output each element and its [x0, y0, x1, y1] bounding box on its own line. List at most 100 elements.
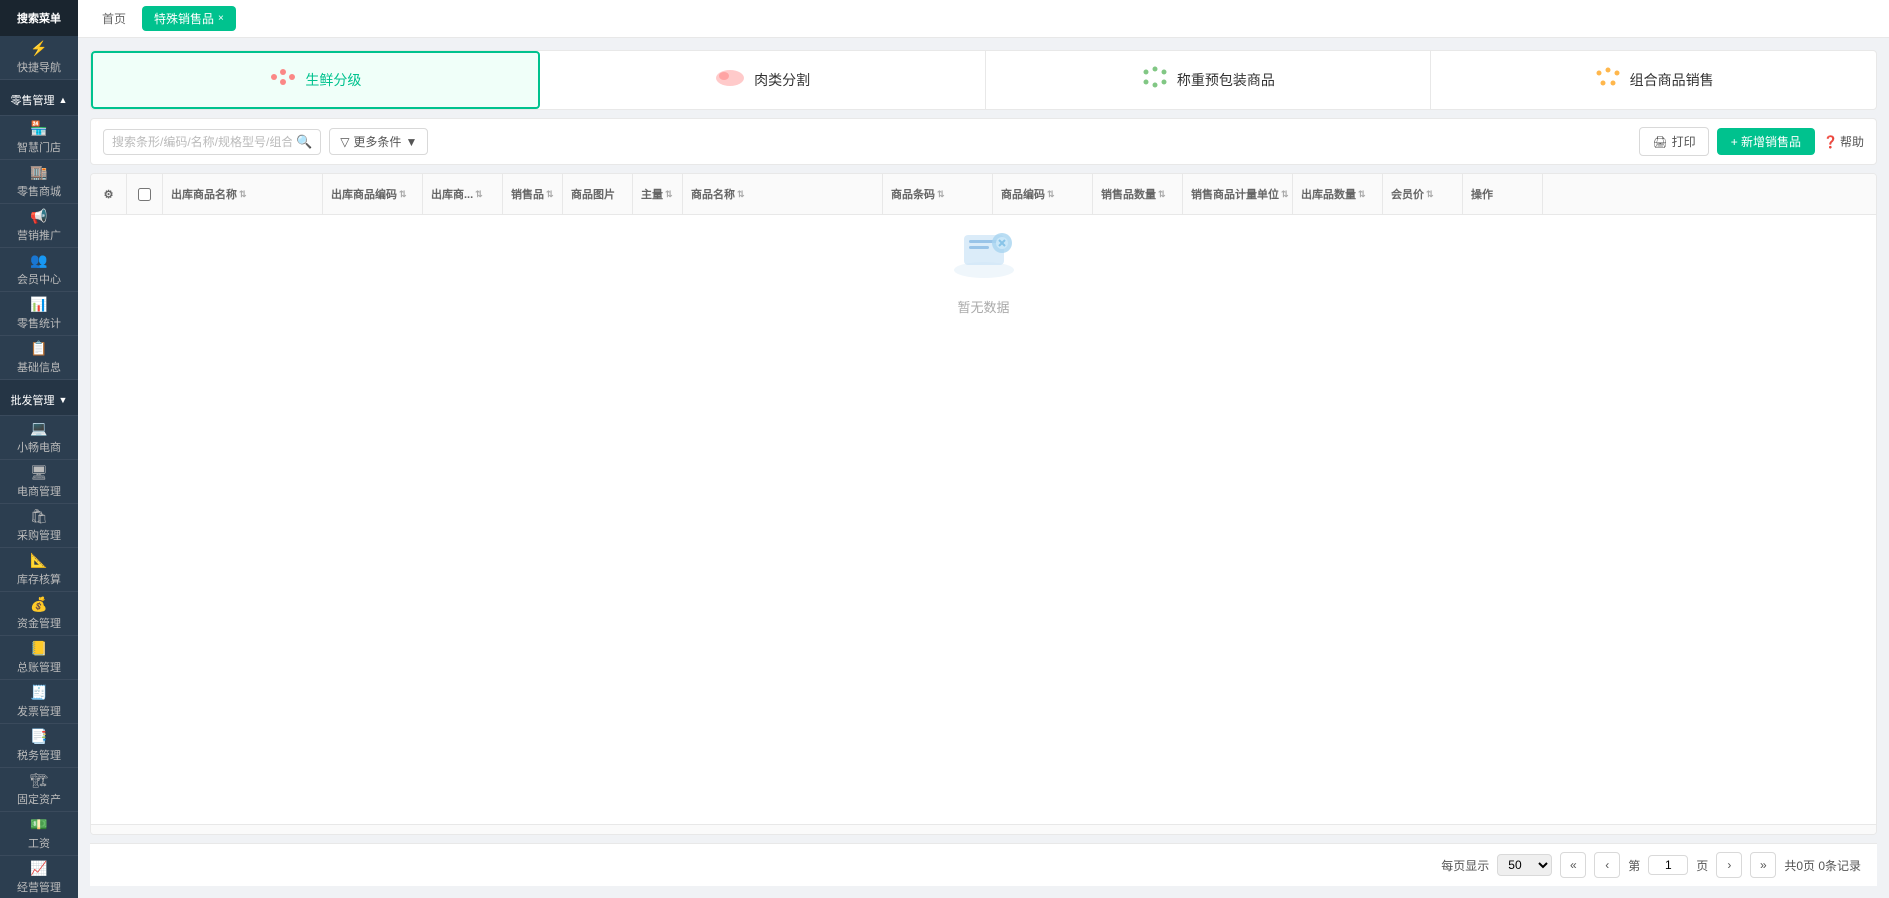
filter-icon: ▽	[340, 135, 349, 149]
sort-icon[interactable]: ⇅	[1158, 189, 1166, 200]
th-unit: 销售商品计量单位 ⇅	[1183, 174, 1293, 214]
prev-page-button[interactable]: ‹	[1594, 852, 1620, 878]
pagination: 每页显示 10 20 50 100 « ‹ 第 页 › » 共0页 0条记录	[90, 843, 1877, 886]
sidebar-item-marketing[interactable]: 📢 营销推广	[0, 204, 78, 248]
tab-fresh-label: 生鲜分级	[305, 70, 361, 90]
total-label: 共0页 0条记录	[1784, 857, 1861, 874]
group-label: 零售管理	[11, 92, 55, 108]
print-icon: 🖨	[1652, 135, 1667, 149]
sort-icon[interactable]: ⇅	[1047, 189, 1055, 200]
sort-icon[interactable]: ⇅	[1281, 189, 1289, 200]
sidebar-item-label: 零售商城	[17, 183, 61, 199]
sidebar-item-retailstat[interactable]: 📊 零售统计	[0, 292, 78, 336]
print-button[interactable]: 🖨 打印	[1639, 127, 1708, 156]
add-button[interactable]: + 新增销售品	[1717, 128, 1815, 155]
sidebar-item-salary[interactable]: 💵 工资	[0, 812, 78, 856]
smartstore-icon: 🏪	[30, 120, 47, 137]
per-page-select[interactable]: 10 20 50 100	[1497, 854, 1552, 876]
salary-icon: 💵	[30, 816, 47, 833]
first-page-button[interactable]: «	[1560, 852, 1586, 878]
th-check[interactable]	[127, 174, 163, 214]
sort-icon[interactable]: ⇅	[937, 189, 945, 200]
search-input[interactable]	[112, 135, 292, 149]
sort-icon[interactable]: ⇅	[475, 189, 483, 200]
retailmall-icon: 🏬	[30, 164, 47, 181]
th-outcode: 出库商品编码 ⇅	[323, 174, 423, 214]
next-page-button[interactable]: ›	[1716, 852, 1742, 878]
toolbar-right: 🖨 打印 + 新增销售品 ❓ 帮助	[1639, 127, 1864, 156]
sort-icon[interactable]: ⇅	[737, 189, 745, 200]
empty-state: 暂无数据	[91, 215, 1876, 316]
sidebar-item-retailmall[interactable]: 🏬 零售商城	[0, 160, 78, 204]
sidebar-group-wholesale[interactable]: 批发管理 ▼	[0, 380, 78, 416]
tab-weigh[interactable]: 称重预包装商品	[986, 51, 1432, 109]
group-label: 批发管理	[11, 392, 55, 408]
sort-icon[interactable]: ⇅	[1358, 189, 1366, 200]
sidebar-item-invoice[interactable]: 🧾 发票管理	[0, 680, 78, 724]
sidebar-item-label: 电商管理	[17, 483, 61, 499]
sidebar-item-basicinfo[interactable]: 📋 基础信息	[0, 336, 78, 380]
active-tab[interactable]: 特殊销售品 ×	[142, 6, 236, 31]
empty-text: 暂无数据	[957, 297, 1009, 316]
th-settings[interactable]: ⚙	[91, 174, 127, 214]
sidebar-item-label: 零售统计	[17, 315, 61, 331]
table-header: ⚙ 出库商品名称 ⇅ 出库商品编码 ⇅ 出库商... ⇅	[91, 174, 1876, 215]
tab-meat[interactable]: 肉类分割	[540, 51, 986, 109]
sidebar-item-label: 发票管理	[17, 703, 61, 719]
category-tabs: 生鲜分级 肉类分割	[90, 50, 1877, 110]
sidebar-logo[interactable]: 搜索菜单	[0, 0, 78, 36]
sidebar-item-fixedasset[interactable]: 🏗 固定资产	[0, 768, 78, 812]
ecommerce-icon: 🖥	[30, 464, 48, 481]
sidebar-item-finance[interactable]: 💰 资金管理	[0, 592, 78, 636]
sidebar-item-label: 快捷导航	[17, 59, 61, 75]
search-wrap: 🔍	[103, 129, 321, 155]
search-icon: 🔍	[296, 134, 312, 150]
sidebar-item-purchase[interactable]: 🛍 采购管理	[0, 504, 78, 548]
home-tab[interactable]: 首页	[94, 10, 134, 27]
sidebar-item-ledger[interactable]: 📒 总账管理	[0, 636, 78, 680]
xiaochang-icon: 💻	[30, 420, 47, 437]
th-price: 会员价 ⇅	[1383, 174, 1463, 214]
th-goodscode: 商品编码 ⇅	[993, 174, 1093, 214]
member-icon: 👥	[30, 252, 47, 269]
purchase-icon: 🛍	[30, 508, 48, 525]
sidebar-item-tax[interactable]: 📑 税务管理	[0, 724, 78, 768]
select-all-checkbox[interactable]	[138, 188, 151, 201]
sort-icon[interactable]: ⇅	[239, 189, 247, 200]
help-label: 帮助	[1840, 133, 1864, 150]
finance-icon: 💰	[30, 596, 47, 613]
close-tab-icon[interactable]: ×	[218, 13, 224, 24]
fresh-icon	[269, 67, 297, 93]
sidebar-item-bizmanage[interactable]: 📈 经营管理	[0, 856, 78, 898]
filter-label: 更多条件	[353, 133, 401, 150]
tab-fresh[interactable]: 生鲜分级	[91, 51, 540, 109]
sidebar-group-retail[interactable]: 零售管理 ▲	[0, 80, 78, 116]
sort-icon[interactable]: ⇅	[665, 189, 673, 200]
sidebar-item-label: 税务管理	[17, 747, 61, 763]
sidebar-item-ecommerce[interactable]: 🖥 电商管理	[0, 460, 78, 504]
page-label: 第	[1628, 857, 1640, 874]
tab-combo[interactable]: 组合商品销售	[1431, 51, 1876, 109]
toolbar: 🔍 ▽ 更多条件 ▼ 🖨 打印 + 新增销售品 ❓ 帮助	[90, 118, 1877, 165]
sidebar-item-member[interactable]: 👥 会员中心	[0, 248, 78, 292]
chevron-down-icon2: ▼	[59, 395, 68, 405]
th-img: 商品图片	[563, 174, 633, 214]
sort-icon[interactable]: ⇅	[1426, 189, 1434, 200]
page-input[interactable]	[1648, 855, 1688, 875]
sidebar-item-inventory[interactable]: 📐 库存核算	[0, 548, 78, 592]
horizontal-scrollbar[interactable]	[91, 824, 1876, 834]
sidebar-item-smartstore[interactable]: 🏪 智慧门店	[0, 116, 78, 160]
ledger-icon: 📒	[30, 640, 47, 657]
sidebar-item-xiaochang[interactable]: 💻 小畅电商	[0, 416, 78, 460]
add-label: + 新增销售品	[1731, 133, 1801, 150]
sort-icon[interactable]: ⇅	[546, 189, 554, 200]
last-page-button[interactable]: »	[1750, 852, 1776, 878]
page-content: 生鲜分级 肉类分割	[78, 38, 1889, 898]
sort-icon[interactable]: ⇅	[399, 189, 407, 200]
help-button[interactable]: ❓ 帮助	[1823, 133, 1864, 150]
sidebar-item-quicknav[interactable]: ⚡ 快捷导航	[0, 36, 78, 80]
sidebar-item-label: 总账管理	[17, 659, 61, 675]
filter-arrow-icon: ▼	[405, 135, 417, 149]
filter-button[interactable]: ▽ 更多条件 ▼	[329, 128, 428, 155]
active-tab-label: 特殊销售品	[154, 10, 214, 27]
